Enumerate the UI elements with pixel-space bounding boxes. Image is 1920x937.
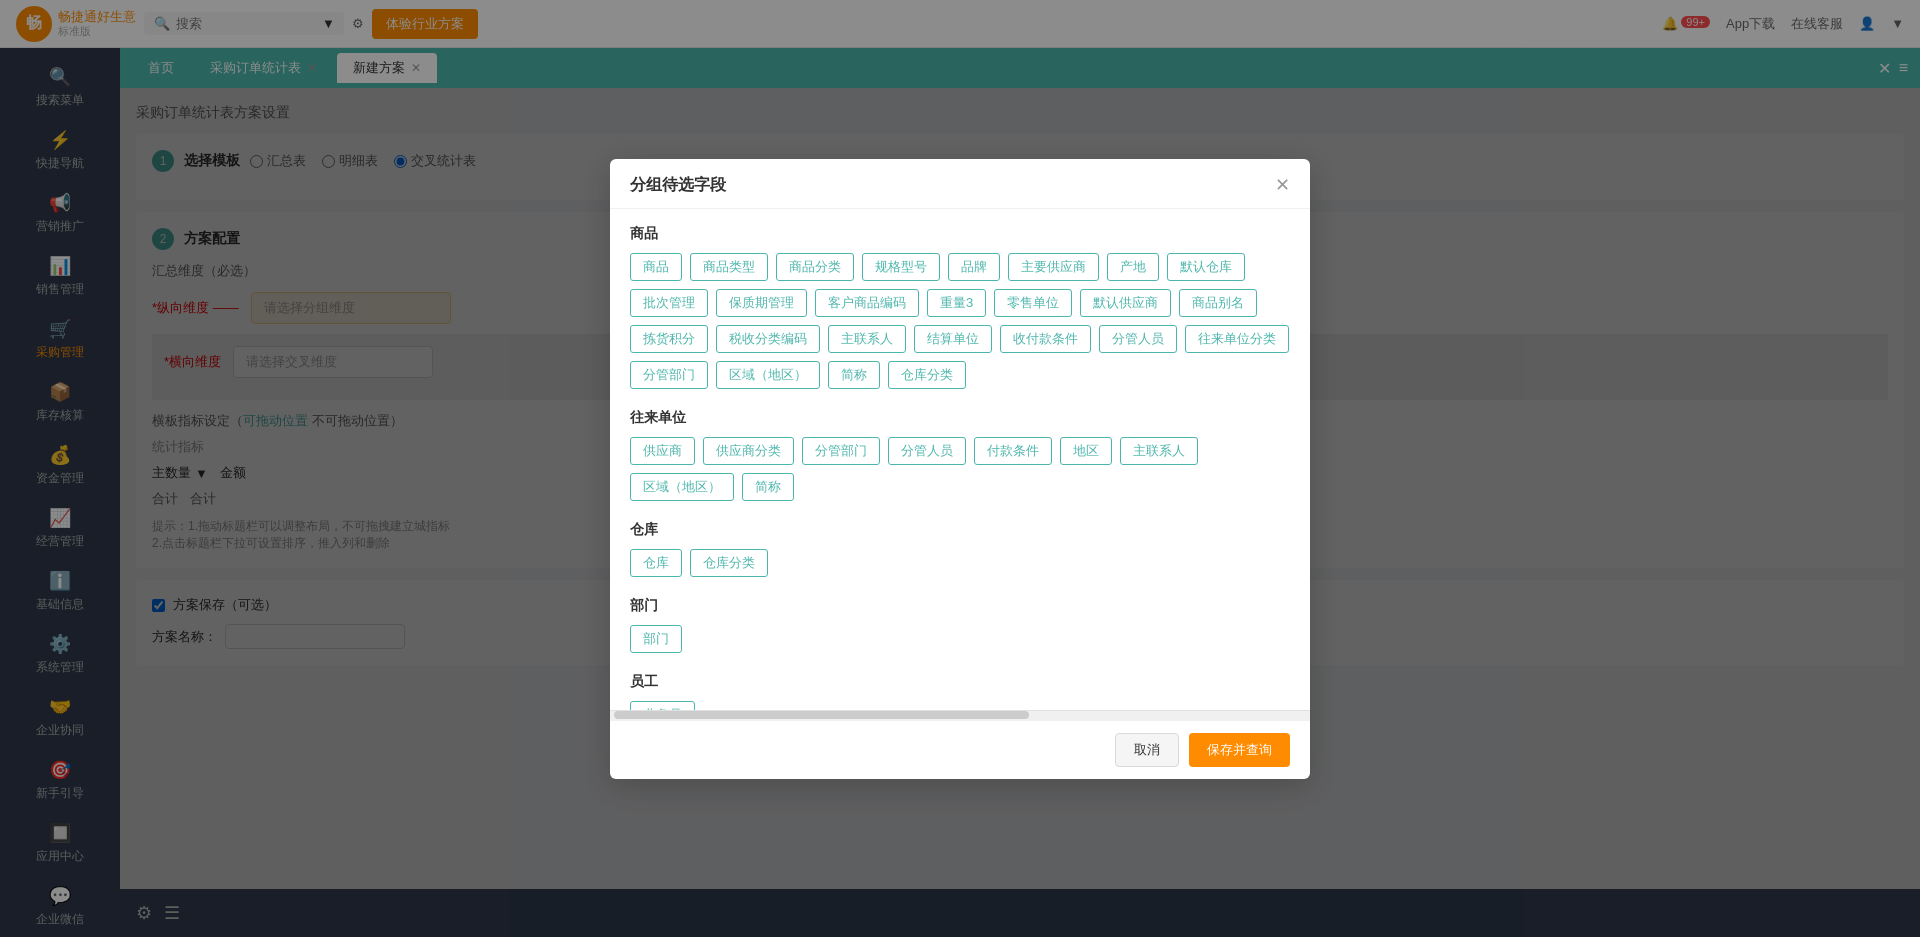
dialog-close-icon[interactable]: ✕ [1275, 176, 1290, 194]
field-tag[interactable]: 仓库 [630, 549, 682, 577]
field-tag[interactable]: 零售单位 [994, 289, 1072, 317]
field-tag[interactable]: 默认仓库 [1167, 253, 1245, 281]
field-select-dialog: 分组待选字段 ✕ 商品 商品 商品类型 商品分类 规格型号 品牌 主要供应商 产… [610, 159, 1310, 779]
field-tag[interactable]: 业务员 [630, 701, 695, 711]
field-tag[interactable]: 商品 [630, 253, 682, 281]
field-tag[interactable]: 地区 [1060, 437, 1112, 465]
field-tag[interactable]: 产地 [1107, 253, 1159, 281]
save-query-button[interactable]: 保存并查询 [1189, 733, 1290, 767]
section-goods: 商品 商品 商品类型 商品分类 规格型号 品牌 主要供应商 产地 默认仓库 批次… [630, 225, 1290, 389]
section-department-fields: 部门 [630, 625, 1290, 653]
field-tag[interactable]: 默认供应商 [1080, 289, 1171, 317]
dialog-body: 商品 商品 商品类型 商品分类 规格型号 品牌 主要供应商 产地 默认仓库 批次… [610, 209, 1310, 711]
field-tag[interactable]: 区域（地区） [630, 473, 734, 501]
section-staff-fields: 业务员 [630, 701, 1290, 711]
field-tag[interactable]: 简称 [742, 473, 794, 501]
field-tag[interactable]: 品牌 [948, 253, 1000, 281]
dialog-h-scrollbar[interactable] [610, 710, 1310, 719]
dialog-header: 分组待选字段 ✕ [610, 159, 1310, 209]
field-tag[interactable]: 简称 [828, 361, 880, 389]
section-goods-title: 商品 [630, 225, 1290, 243]
section-department: 部门 部门 [630, 597, 1290, 653]
field-tag[interactable]: 仓库分类 [888, 361, 966, 389]
field-tag[interactable]: 分管部门 [630, 361, 708, 389]
dialog-footer: 取消 保存并查询 [610, 720, 1310, 779]
field-tag[interactable]: 批次管理 [630, 289, 708, 317]
section-warehouse-title: 仓库 [630, 521, 1290, 539]
field-tag[interactable]: 商品类型 [690, 253, 768, 281]
cancel-button[interactable]: 取消 [1115, 733, 1179, 767]
section-counterpart-fields: 供应商 供应商分类 分管部门 分管人员 付款条件 地区 主联系人 区域（地区） … [630, 437, 1290, 501]
field-tag[interactable]: 分管人员 [1099, 325, 1177, 353]
field-tag[interactable]: 结算单位 [914, 325, 992, 353]
field-tag[interactable]: 拣货积分 [630, 325, 708, 353]
section-staff: 员工 业务员 [630, 673, 1290, 711]
field-tag[interactable]: 保质期管理 [716, 289, 807, 317]
field-tag[interactable]: 商品别名 [1179, 289, 1257, 317]
field-tag[interactable]: 分管部门 [802, 437, 880, 465]
field-tag[interactable]: 收付款条件 [1000, 325, 1091, 353]
field-tag[interactable]: 规格型号 [862, 253, 940, 281]
section-department-title: 部门 [630, 597, 1290, 615]
field-tag[interactable]: 主要供应商 [1008, 253, 1099, 281]
field-tag[interactable]: 客户商品编码 [815, 289, 919, 317]
field-tag[interactable]: 商品分类 [776, 253, 854, 281]
field-tag[interactable]: 主联系人 [828, 325, 906, 353]
field-tag[interactable]: 主联系人 [1120, 437, 1198, 465]
field-tag[interactable]: 付款条件 [974, 437, 1052, 465]
field-tag[interactable]: 税收分类编码 [716, 325, 820, 353]
dialog-overlay: 分组待选字段 ✕ 商品 商品 商品类型 商品分类 规格型号 品牌 主要供应商 产… [0, 0, 1920, 937]
field-tag[interactable]: 供应商分类 [703, 437, 794, 465]
h-scroll-thumb [614, 711, 1029, 719]
field-tag[interactable]: 分管人员 [888, 437, 966, 465]
field-tag[interactable]: 部门 [630, 625, 682, 653]
field-tag[interactable]: 重量3 [927, 289, 986, 317]
section-counterpart: 往来单位 供应商 供应商分类 分管部门 分管人员 付款条件 地区 主联系人 区域… [630, 409, 1290, 501]
section-counterpart-title: 往来单位 [630, 409, 1290, 427]
section-goods-fields: 商品 商品类型 商品分类 规格型号 品牌 主要供应商 产地 默认仓库 批次管理 … [630, 253, 1290, 389]
field-tag[interactable]: 区域（地区） [716, 361, 820, 389]
dialog-title: 分组待选字段 [630, 175, 726, 196]
section-staff-title: 员工 [630, 673, 1290, 691]
section-warehouse: 仓库 仓库 仓库分类 [630, 521, 1290, 577]
section-warehouse-fields: 仓库 仓库分类 [630, 549, 1290, 577]
field-tag[interactable]: 供应商 [630, 437, 695, 465]
field-tag[interactable]: 往来单位分类 [1185, 325, 1289, 353]
field-tag[interactable]: 仓库分类 [690, 549, 768, 577]
